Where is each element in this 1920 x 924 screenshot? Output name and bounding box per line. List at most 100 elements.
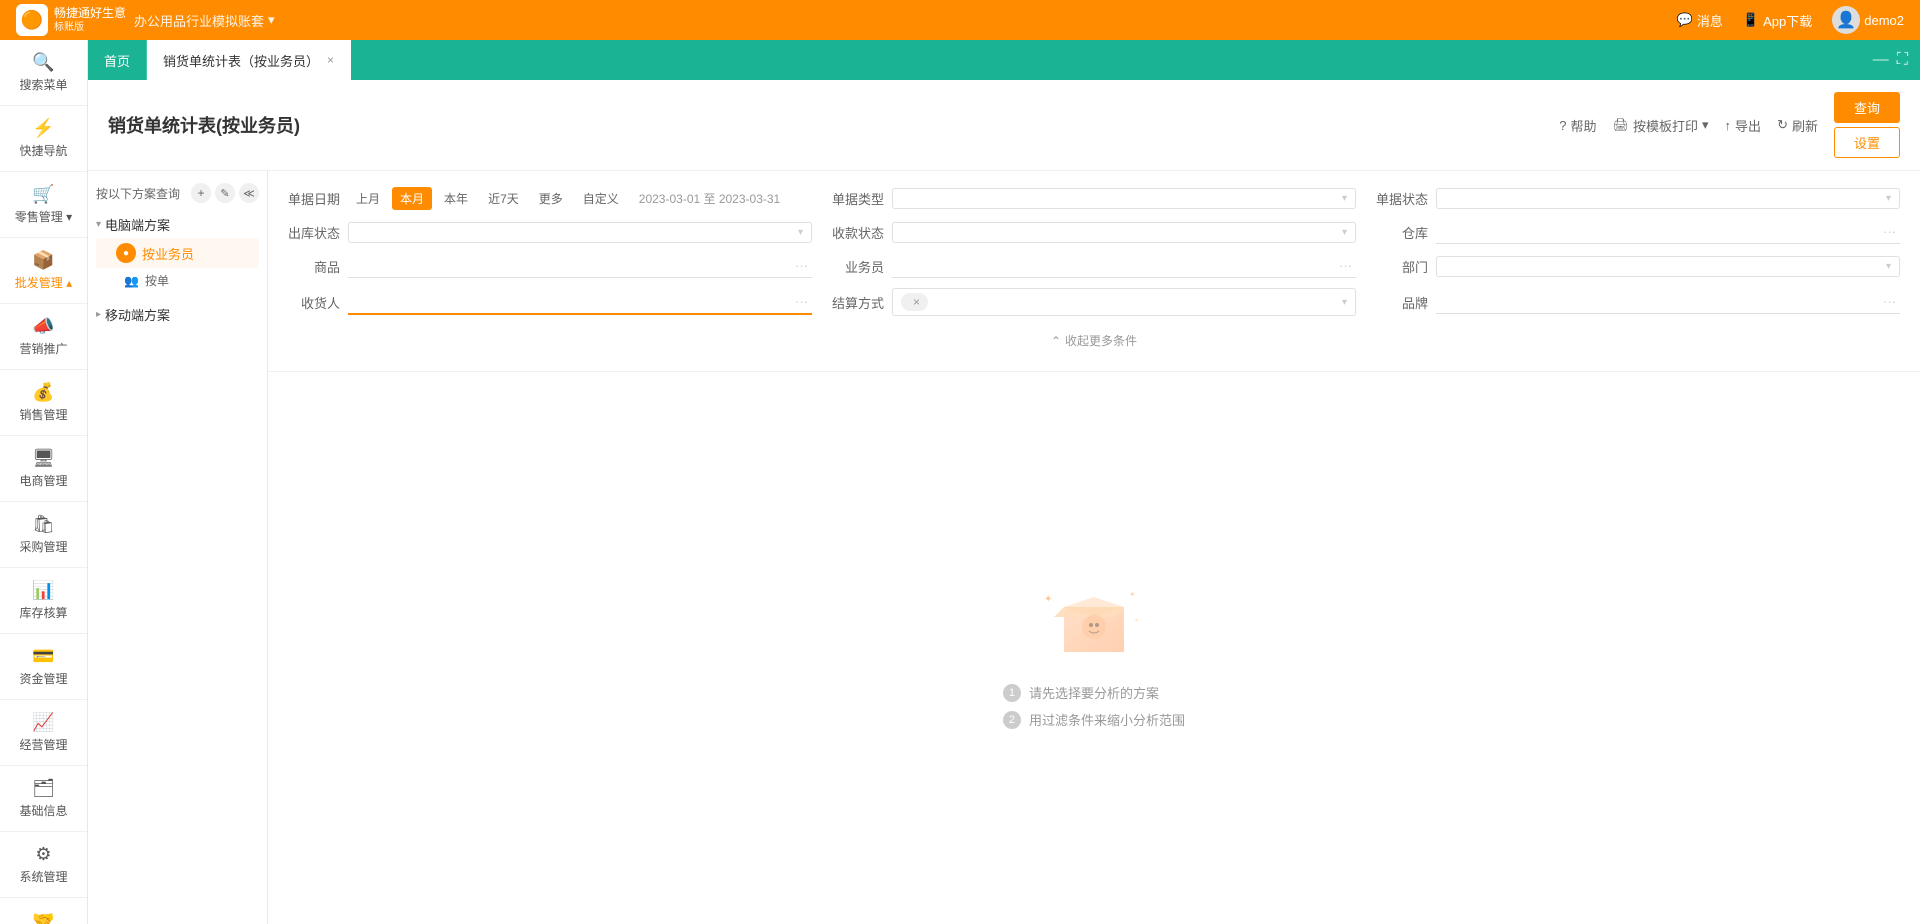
scheme-group-desktop-header[interactable]: ▾ 电脑端方案	[96, 211, 259, 238]
sidebar-item-marketing[interactable]: 📣 营销推广	[0, 304, 87, 370]
filter-receipt-status-input[interactable]: ▾	[892, 222, 1356, 243]
print-button[interactable]: 🖨 按模板打印 ▾	[1612, 116, 1708, 135]
brand-dots-icon[interactable]: ···	[1883, 294, 1896, 309]
date-btn-this-year[interactable]: 本年	[436, 187, 476, 210]
app-download-label: App下载	[1763, 11, 1812, 30]
tip-num-2: 2	[1003, 711, 1021, 729]
finance-icon: 💳	[4, 646, 83, 667]
date-btn-last-7-days[interactable]: 近7天	[480, 187, 527, 210]
query-button[interactable]: 查询	[1834, 92, 1900, 123]
sidebar-item-operations[interactable]: 📈 经营管理	[0, 700, 87, 766]
filter-brand-input[interactable]: ···	[1436, 290, 1900, 314]
setting-button[interactable]: 设置	[1834, 127, 1900, 158]
app-download-button[interactable]: 📱 App下载	[1743, 11, 1812, 30]
sidebar-item-system[interactable]: ⚙ 系统管理	[0, 832, 87, 898]
filter-receipt-status-label: 收款状态	[832, 223, 884, 242]
filter-salesperson-input[interactable]: ···	[892, 254, 1356, 278]
filter-payment-label: 结算方式	[832, 293, 884, 312]
sidebar-item-sales[interactable]: 💰 销售管理	[0, 370, 87, 436]
app-download-icon: 📱	[1743, 12, 1759, 28]
tab-close-icon[interactable]: ×	[327, 53, 334, 67]
message-button[interactable]: 💬 消息	[1677, 11, 1723, 30]
filter-out-status-input[interactable]: ▾	[348, 222, 812, 243]
avatar: 👤	[1832, 6, 1860, 34]
filter-order-type-input[interactable]: ▾	[892, 188, 1356, 209]
app-dropdown[interactable]: 办公用品行业模拟账套 ▾	[134, 11, 275, 30]
tab-home-label: 首页	[104, 51, 130, 70]
empty-tips: 1 请先选择要分析的方案 2 用过滤条件来缩小分析范围	[1003, 683, 1185, 729]
sidebar-item-ecommerce[interactable]: 🖥 电商管理	[0, 436, 87, 502]
sidebar-item-enterprise[interactable]: 🤝 企业协同	[0, 898, 87, 924]
filter-consignee-cell: 收货人 ···	[288, 290, 812, 315]
workspace: 按以下方案查询 + ✎ ≪	[88, 171, 1920, 924]
sidebar-item-shortcut[interactable]: ⚡ 快捷导航	[0, 106, 87, 172]
scheme-group-mobile-header[interactable]: ▸ 移动端方案	[96, 301, 259, 328]
filter-payment-input[interactable]: × ▾	[892, 288, 1356, 316]
edit-icon: ✎	[220, 187, 229, 200]
user-area[interactable]: 👤 demo2	[1832, 6, 1904, 34]
scheme-sub-item-by-order[interactable]: 👥 按单	[96, 268, 259, 293]
refresh-label: 刷新	[1792, 116, 1818, 135]
tab-bar-right: — ⛶	[1861, 51, 1920, 69]
export-button[interactable]: ↑ 导出	[1725, 116, 1762, 135]
add-scheme-button[interactable]: +	[191, 183, 211, 203]
filter-out-status-cell: 出库状态 ▾	[288, 222, 812, 243]
sidebar-item-retail[interactable]: 🛒 零售管理 ▾	[0, 172, 87, 238]
svg-text:✦: ✦	[1129, 590, 1136, 599]
filter-warehouse-input[interactable]: ···	[1436, 220, 1900, 244]
filter-goods-input[interactable]: ···	[348, 254, 812, 278]
right-workspace: 单据日期 上月 本月 本年 近7天 更多 自定义 2023-03-01 至 20…	[268, 171, 1920, 924]
sidebar-item-purchase[interactable]: 🛍 采购管理	[0, 502, 87, 568]
tab-maximize-button[interactable]: ⛶	[1897, 51, 1908, 69]
edit-scheme-button[interactable]: ✎	[215, 183, 235, 203]
date-btn-custom[interactable]: 自定义	[575, 187, 627, 210]
sales-icon: 💰	[4, 382, 83, 403]
sidebar-item-inventory[interactable]: 📊 库存核算	[0, 568, 87, 634]
help-button[interactable]: ? 帮助	[1559, 116, 1596, 135]
date-btn-more[interactable]: 更多	[531, 187, 571, 210]
search-icon: 🔍	[4, 52, 83, 73]
filter-salesperson-label: 业务员	[832, 257, 884, 276]
date-selector: 上月 本月 本年 近7天 更多 自定义 2023-03-01 至 2023-03…	[348, 187, 780, 210]
user-name: demo2	[1864, 13, 1904, 28]
filter-row-4: 收货人 ··· 结算方式	[288, 288, 1900, 316]
query-setting-group: 查询 设置	[1834, 92, 1900, 158]
filter-order-status-input[interactable]: ▾	[1436, 188, 1900, 209]
collapse-more-button[interactable]: ⌃ 收起更多条件	[288, 326, 1900, 355]
wholesale-icon: 📦	[4, 250, 83, 271]
filter-date-cell: 单据日期 上月 本月 本年 近7天 更多 自定义 2023-03-01 至 20…	[288, 187, 812, 210]
date-btn-last-month[interactable]: 上月	[348, 187, 388, 210]
out-status-arrow: ▾	[798, 227, 803, 238]
top-bar-left: 🟠 畅捷通好生意 标账版 办公用品行业模拟账套 ▾	[16, 4, 275, 36]
empty-state: ✦ ✦ ✦ 1 请先选择要分析的方案	[1003, 567, 1185, 729]
tab-home[interactable]: 首页	[88, 40, 147, 80]
left-panel-title: 按以下方案查询	[96, 185, 180, 202]
print-icon: 🖨	[1612, 117, 1629, 133]
payment-tag-remove[interactable]: ×	[913, 295, 920, 309]
logo-text: 畅捷通好生意	[54, 6, 126, 22]
date-btn-this-month[interactable]: 本月	[392, 187, 432, 210]
ecommerce-icon: 🖥	[4, 448, 83, 469]
sidebar-item-basic[interactable]: 🗂 基础信息	[0, 766, 87, 832]
refresh-button[interactable]: ↻ 刷新	[1777, 116, 1818, 135]
scheme-mobile-label: 移动端方案	[105, 305, 170, 324]
collapse-panel-button[interactable]: ≪	[239, 183, 259, 203]
sidebar-item-search[interactable]: 🔍 搜索菜单	[0, 40, 87, 106]
tab-minimize-button[interactable]: —	[1873, 51, 1889, 69]
tab-sales-stat[interactable]: 销货单统计表（按业务员） ×	[147, 40, 351, 80]
warehouse-dots-icon[interactable]: ···	[1883, 224, 1896, 239]
tip-num-1: 1	[1003, 684, 1021, 702]
sidebar-item-finance[interactable]: 💳 资金管理	[0, 634, 87, 700]
sidebar-item-wholesale[interactable]: 📦 批发管理 ▴	[0, 238, 87, 304]
operations-icon: 📈	[4, 712, 83, 733]
filter-department-input[interactable]: ▾	[1436, 256, 1900, 277]
svg-text:✦: ✦	[1044, 594, 1052, 605]
scheme-item-by-salesperson[interactable]: ● 按业务员	[96, 238, 259, 268]
filter-department-cell: 部门 ▾	[1376, 256, 1900, 277]
filter-row-1: 单据日期 上月 本月 本年 近7天 更多 自定义 2023-03-01 至 20…	[288, 187, 1900, 210]
message-label: 消息	[1697, 11, 1723, 30]
filter-consignee-input[interactable]: ···	[348, 290, 812, 315]
goods-dots-icon[interactable]: ···	[795, 258, 808, 273]
consignee-dots-icon[interactable]: ···	[795, 294, 808, 309]
salesperson-dots-icon[interactable]: ···	[1339, 258, 1352, 273]
